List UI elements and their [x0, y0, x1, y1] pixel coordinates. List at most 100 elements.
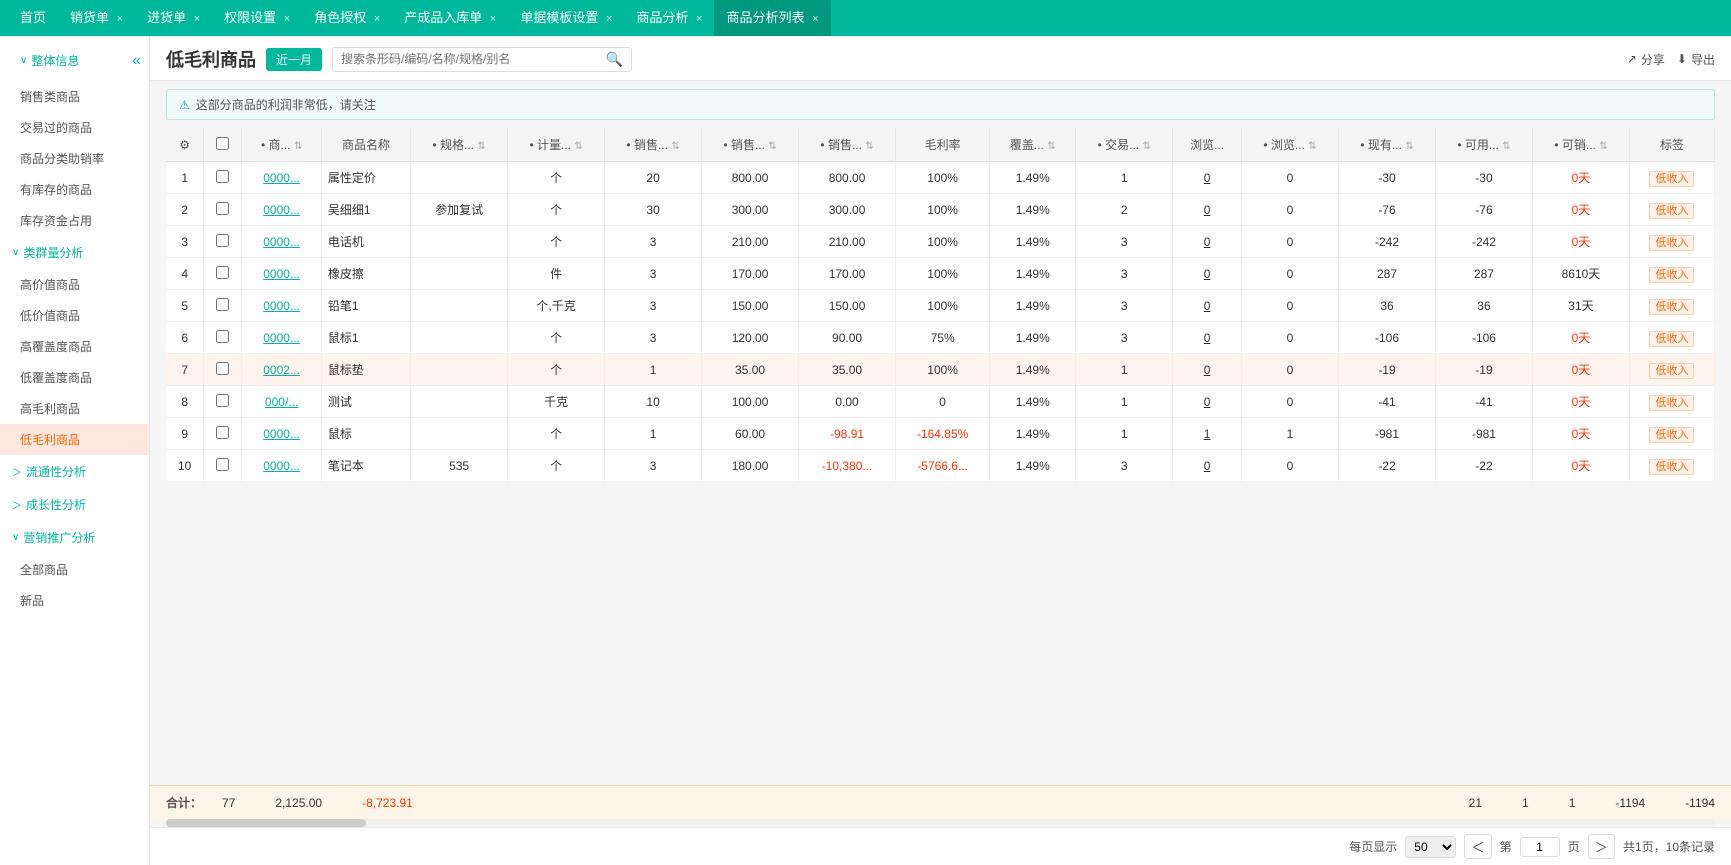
col-checkbox[interactable]: [204, 128, 242, 162]
sidebar-item-high-value[interactable]: 高价值商品: [0, 269, 149, 300]
row-select-checkbox[interactable]: [216, 234, 229, 247]
row-name: 吴细细1: [321, 194, 410, 226]
sidebar-section-overall[interactable]: ∨ 整体信息: [8, 44, 91, 77]
row-num: 5: [166, 290, 204, 322]
col-unit: • 计量... ⇅: [508, 128, 605, 162]
row-checkbox[interactable]: [204, 162, 242, 194]
sidebar-item-all-goods[interactable]: 全部商品: [0, 554, 149, 585]
nav-home[interactable]: 首页: [8, 0, 58, 36]
row-view1[interactable]: 1: [1173, 418, 1242, 450]
row-view1[interactable]: 0: [1173, 322, 1242, 354]
sidebar-item-sales-category[interactable]: 销售类商品: [0, 81, 149, 112]
close-permissions-icon[interactable]: ×: [284, 13, 290, 25]
close-product-icon[interactable]: ×: [490, 13, 496, 25]
row-select-checkbox[interactable]: [216, 458, 229, 471]
row-spec: 535: [411, 450, 508, 482]
row-view1[interactable]: 0: [1173, 194, 1242, 226]
row-view1[interactable]: 0: [1173, 354, 1242, 386]
close-sales-icon[interactable]: ×: [117, 13, 123, 25]
search-input[interactable]: [341, 52, 606, 66]
row-checkbox[interactable]: [204, 226, 242, 258]
sidebar-section-cluster[interactable]: ∨ 类群量分析: [0, 236, 149, 269]
row-checkbox[interactable]: [204, 354, 242, 386]
sidebar-item-low-coverage[interactable]: 低覆盖度商品: [0, 362, 149, 393]
sidebar-item-capital[interactable]: 库存资金占用: [0, 205, 149, 236]
row-checkbox[interactable]: [204, 290, 242, 322]
sidebar-item-low-value[interactable]: 低价值商品: [0, 300, 149, 331]
row-select-checkbox[interactable]: [216, 266, 229, 279]
nav-product-analysis-list[interactable]: 商品分析列表 ×: [714, 0, 830, 36]
sidebar-section-flow[interactable]: ＞ 流通性分析: [0, 455, 149, 488]
row-view1[interactable]: 0: [1173, 258, 1242, 290]
close-analysis-icon[interactable]: ×: [696, 13, 702, 25]
next-page-button[interactable]: ＞: [1588, 834, 1615, 859]
row-select-checkbox[interactable]: [216, 330, 229, 343]
date-filter-button[interactable]: 近一月: [266, 48, 322, 71]
sidebar-item-traded-goods[interactable]: 交易过的商品: [0, 112, 149, 143]
close-list-icon[interactable]: ×: [812, 13, 818, 25]
row-sales-qty: 1: [605, 418, 702, 450]
row-select-checkbox[interactable]: [216, 170, 229, 183]
row-num: 10: [166, 450, 204, 482]
row-name: 笔记本: [321, 450, 410, 482]
sidebar-section-growth[interactable]: ＞ 成长性分析: [0, 488, 149, 521]
nav-product-entry[interactable]: 产成品入库单 ×: [392, 0, 508, 36]
sidebar-item-category-rate[interactable]: 商品分类助销率: [0, 143, 149, 174]
row-select-checkbox[interactable]: [216, 394, 229, 407]
row-select-checkbox[interactable]: [216, 298, 229, 311]
search-icon[interactable]: 🔍: [606, 51, 623, 68]
sidebar-item-low-margin[interactable]: 低毛利商品: [0, 424, 149, 455]
row-checkbox[interactable]: [204, 258, 242, 290]
row-sellable: 0天: [1532, 354, 1629, 386]
close-template-icon[interactable]: ×: [606, 13, 612, 25]
close-role-icon[interactable]: ×: [374, 13, 380, 25]
nav-template-settings[interactable]: 单据模板设置 ×: [508, 0, 624, 36]
sidebar-item-high-coverage[interactable]: 高覆盖度商品: [0, 331, 149, 362]
row-select-checkbox[interactable]: [216, 426, 229, 439]
row-view1[interactable]: 0: [1173, 226, 1242, 258]
row-available: -981: [1435, 418, 1532, 450]
share-button[interactable]: ↗ 分享: [1627, 51, 1665, 68]
tag-badge: 低收入: [1649, 203, 1694, 219]
row-checkbox[interactable]: [204, 386, 242, 418]
nav-purchase-order[interactable]: 进货单 ×: [135, 0, 212, 36]
row-checkbox[interactable]: [204, 418, 242, 450]
row-view1[interactable]: 0: [1173, 450, 1242, 482]
row-coverage: 1.49%: [990, 386, 1076, 418]
row-checkbox[interactable]: [204, 194, 242, 226]
select-all-checkbox[interactable]: [216, 137, 229, 150]
export-button[interactable]: ⬇ 导出: [1677, 51, 1715, 68]
row-code: 0002...: [242, 354, 321, 386]
scrollbar-thumb[interactable]: [166, 819, 366, 827]
row-checkbox[interactable]: [204, 450, 242, 482]
nav-permissions[interactable]: 权限设置 ×: [212, 0, 302, 36]
pagination-bar: 每页显示 50 100 200 ＜ 第 页 ＞ 共1页，10条记录: [150, 827, 1731, 865]
nav-product-analysis[interactable]: 商品分析 ×: [624, 0, 714, 36]
row-available: 287: [1435, 258, 1532, 290]
close-purchase-icon[interactable]: ×: [194, 13, 200, 25]
table-row: 8 000/... 测试 千克 10 100.00 0.00 0 1.49% 1…: [166, 386, 1715, 418]
row-code: 0000...: [242, 226, 321, 258]
sidebar-collapse-btn[interactable]: «: [128, 52, 145, 70]
page-size-select[interactable]: 50 100 200: [1405, 836, 1456, 858]
row-select-checkbox[interactable]: [216, 362, 229, 375]
row-view1[interactable]: 0: [1173, 290, 1242, 322]
row-view1[interactable]: 0: [1173, 162, 1242, 194]
sidebar-item-high-margin[interactable]: 高毛利商品: [0, 393, 149, 424]
nav-role-auth[interactable]: 角色授权 ×: [302, 0, 392, 36]
row-current: 287: [1339, 258, 1436, 290]
horizontal-scrollbar[interactable]: [166, 819, 1715, 827]
row-available: -242: [1435, 226, 1532, 258]
row-coverage: 1.49%: [990, 162, 1076, 194]
row-select-checkbox[interactable]: [216, 202, 229, 215]
sidebar-item-in-stock[interactable]: 有库存的商品: [0, 174, 149, 205]
arrow-icon-flow: ＞: [12, 464, 22, 479]
sidebar-item-new-goods[interactable]: 新品: [0, 585, 149, 616]
row-checkbox[interactable]: [204, 322, 242, 354]
row-view1[interactable]: 0: [1173, 386, 1242, 418]
sidebar-section-marketing[interactable]: ∨ 营销推广分析: [0, 521, 149, 554]
nav-sales-order[interactable]: 销货单 ×: [58, 0, 135, 36]
col-settings[interactable]: ⚙: [166, 128, 204, 162]
page-input[interactable]: [1520, 837, 1560, 857]
prev-page-button[interactable]: ＜: [1464, 834, 1491, 859]
